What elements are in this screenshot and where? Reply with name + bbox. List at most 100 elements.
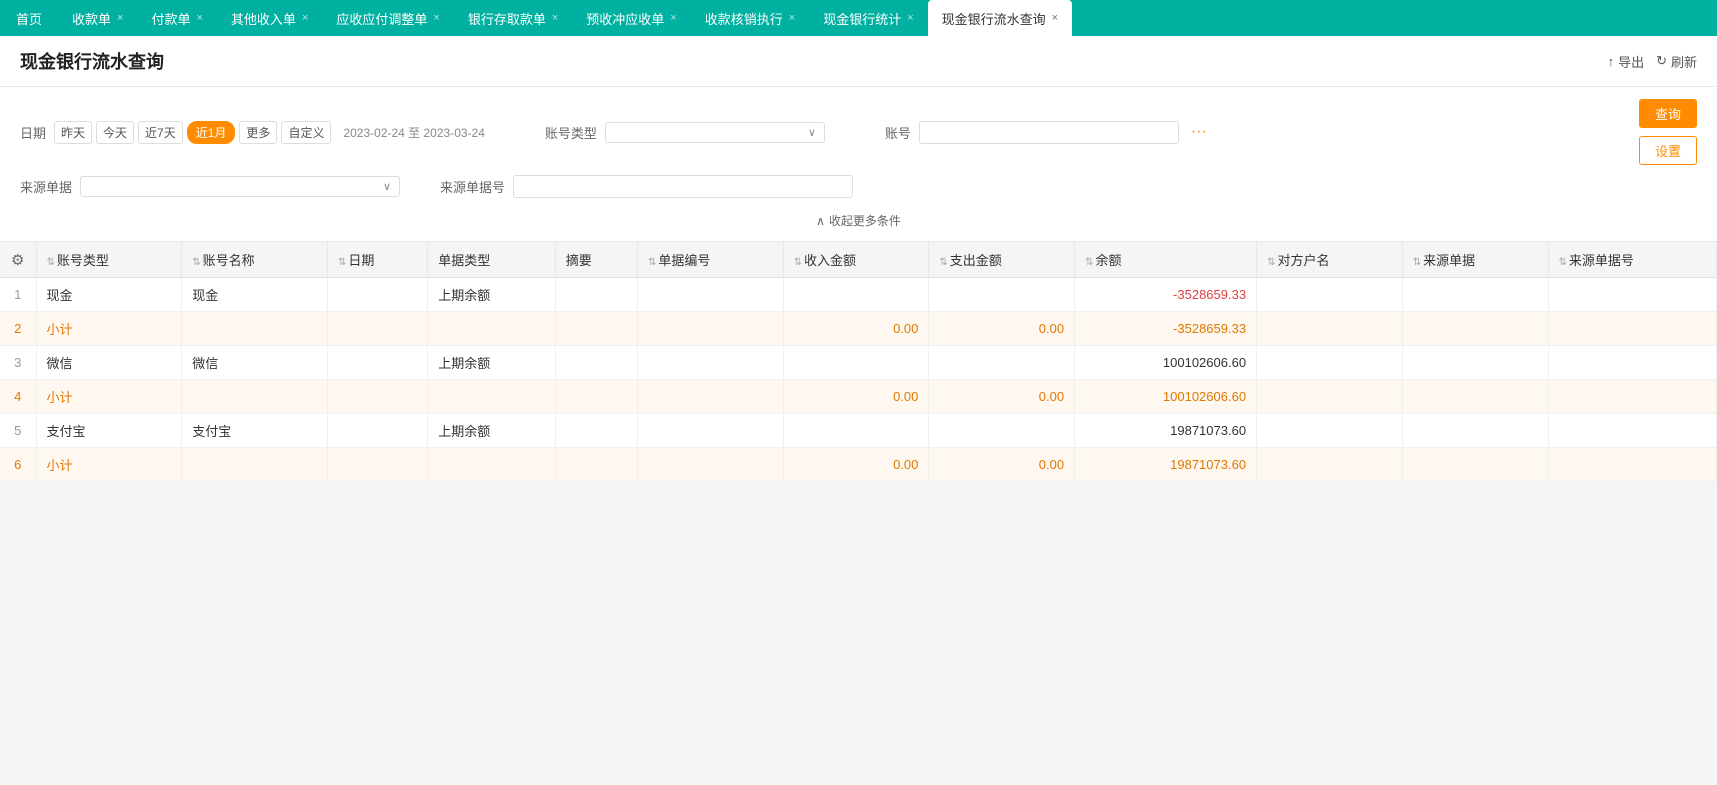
source-doc-label: 来源单据 [20, 177, 72, 196]
th-summary[interactable]: 摘要 [555, 242, 637, 278]
source-doc-select[interactable]: ∨ [80, 176, 400, 197]
close-icon[interactable]: × [670, 12, 676, 24]
row-num: 3 [0, 346, 36, 380]
table-row[interactable]: 4 小计 0.00 0.00 100102606.60 [0, 380, 1717, 414]
account-type-filter-group: 账号类型 ∨ [545, 122, 825, 143]
query-button[interactable]: 查询 [1639, 99, 1697, 128]
close-icon[interactable]: × [117, 12, 123, 24]
th-income[interactable]: ⇅收入金额 [783, 242, 929, 278]
cell-expense [929, 278, 1075, 312]
date-btn-7days[interactable]: 近7天 [138, 121, 183, 144]
settings-button[interactable]: 设置 [1639, 136, 1697, 165]
th-account-name[interactable]: ⇅账号名称 [182, 242, 328, 278]
nav-tab-qitashouruda[interactable]: 其他收入单 × [217, 0, 322, 36]
date-btn-1month[interactable]: 近1月 [187, 121, 236, 144]
nav-tab-yinhangcunqu[interactable]: 银行存取款单 × [454, 0, 572, 36]
nav-tab-shoukuanzhixing[interactable]: 收款核销执行 × [691, 0, 809, 36]
date-btn-more[interactable]: 更多 [239, 121, 277, 144]
row-num: 1 [0, 278, 36, 312]
th-doc-no[interactable]: ⇅单据编号 [637, 242, 783, 278]
cell-account-type: 支付宝 [36, 414, 182, 448]
page-title: 现金银行流水查询 [20, 48, 164, 74]
cell-source-doc [1402, 346, 1548, 380]
close-icon[interactable]: × [789, 12, 795, 24]
cell-account-type: 小计 [36, 448, 182, 482]
account-filter-group: 账号 ··· [885, 121, 1211, 144]
collapse-bar[interactable]: ∧ 收起更多条件 [20, 208, 1697, 231]
th-counterpart[interactable]: ⇅对方户名 [1257, 242, 1403, 278]
cell-account-name [182, 380, 328, 414]
nav-tab-xianjinliushui[interactable]: 现金银行流水查询 × [928, 0, 1072, 36]
nav-tab-fukuandan[interactable]: 付款单 × [137, 0, 216, 36]
date-btn-custom[interactable]: 自定义 [281, 121, 331, 144]
refresh-icon: ↻ [1656, 53, 1667, 69]
cell-source-doc-no [1548, 414, 1717, 448]
table-row[interactable]: 6 小计 0.00 0.00 19871073.60 [0, 448, 1717, 482]
gear-icon[interactable]: ⚙ [11, 252, 24, 269]
cell-summary [555, 278, 637, 312]
close-icon[interactable]: × [907, 12, 913, 24]
cell-doc-type: 上期余额 [428, 346, 556, 380]
top-navigation: 首页 收款单 × 付款单 × 其他收入单 × 应收应付调整单 × 银行存取款单 … [0, 0, 1717, 36]
th-date[interactable]: ⇅日期 [327, 242, 427, 278]
header-actions: ↑ 导出 ↻ 刷新 [1608, 52, 1697, 71]
cell-counterpart [1257, 312, 1403, 346]
account-ellipsis-button[interactable]: ··· [1187, 123, 1211, 141]
nav-tab-yushouzhongying[interactable]: 预收冲应收单 × [572, 0, 690, 36]
th-account-type[interactable]: ⇅账号类型 [36, 242, 182, 278]
close-icon[interactable]: × [552, 12, 558, 24]
close-icon[interactable]: × [433, 12, 439, 24]
close-icon[interactable]: × [302, 12, 308, 24]
nav-tab-shoukuandan[interactable]: 收款单 × [58, 0, 137, 36]
cell-source-doc [1402, 380, 1548, 414]
nav-tab-yingshoutiaozheng[interactable]: 应收应付调整单 × [322, 0, 453, 36]
cell-account-name: 微信 [182, 346, 328, 380]
cell-source-doc [1402, 278, 1548, 312]
cell-doc-type: 上期余额 [428, 278, 556, 312]
close-icon[interactable]: × [196, 12, 202, 24]
cell-summary [555, 346, 637, 380]
th-expense[interactable]: ⇅支出金额 [929, 242, 1075, 278]
cell-date [327, 414, 427, 448]
cell-balance: 100102606.60 [1075, 346, 1257, 380]
cell-doc-no [637, 278, 783, 312]
collapse-up-icon: ∧ [816, 214, 825, 228]
cell-source-doc-no [1548, 346, 1717, 380]
export-button[interactable]: ↑ 导出 [1608, 52, 1645, 71]
cell-summary [555, 312, 637, 346]
cell-income: 0.00 [783, 312, 929, 346]
account-type-select[interactable]: ∨ [605, 122, 825, 143]
account-input[interactable] [919, 121, 1179, 144]
th-doc-type[interactable]: 单据类型 [428, 242, 556, 278]
source-doc-filter-group: 来源单据 ∨ [20, 176, 400, 197]
data-table-container: ⚙ ⇅账号类型 ⇅账号名称 ⇅日期 单据类型 摘要 ⇅单据编号 ⇅收入金额 ⇅支… [0, 242, 1717, 482]
close-icon[interactable]: × [1052, 12, 1058, 24]
chevron-down-icon: ∨ [808, 126, 816, 139]
table-row[interactable]: 2 小计 0.00 0.00 -3528659.33 [0, 312, 1717, 346]
table-row[interactable]: 5 支付宝 支付宝 上期余额 19871073.60 [0, 414, 1717, 448]
date-btn-yesterday[interactable]: 昨天 [54, 121, 92, 144]
nav-home[interactable]: 首页 [0, 9, 58, 28]
th-source-doc[interactable]: ⇅来源单据 [1402, 242, 1548, 278]
table-row[interactable]: 3 微信 微信 上期余额 100102606.60 [0, 346, 1717, 380]
cell-summary [555, 448, 637, 482]
table-row[interactable]: 1 现金 现金 上期余额 -3528659.33 [0, 278, 1717, 312]
date-btn-today[interactable]: 今天 [96, 121, 134, 144]
cell-source-doc-no [1548, 278, 1717, 312]
cell-counterpart [1257, 414, 1403, 448]
refresh-button[interactable]: ↻ 刷新 [1656, 52, 1697, 71]
cell-counterpart [1257, 380, 1403, 414]
cell-doc-no [637, 346, 783, 380]
source-doc-no-label: 来源单据号 [440, 177, 505, 196]
date-buttons: 昨天 今天 近7天 近1月 更多 自定义 [54, 121, 331, 144]
cell-date [327, 448, 427, 482]
source-doc-no-input[interactable] [513, 175, 853, 198]
row-num: 6 [0, 448, 36, 482]
th-settings[interactable]: ⚙ [0, 242, 36, 278]
th-balance[interactable]: ⇅余额 [1075, 242, 1257, 278]
nav-tab-xianjinyinhangtongli[interactable]: 现金银行统计 × [809, 0, 927, 36]
date-range-display: 2023-02-24 至 2023-03-24 [343, 124, 484, 141]
th-source-doc-no[interactable]: ⇅来源单据号 [1548, 242, 1717, 278]
date-label: 日期 [20, 123, 46, 142]
cell-date [327, 278, 427, 312]
